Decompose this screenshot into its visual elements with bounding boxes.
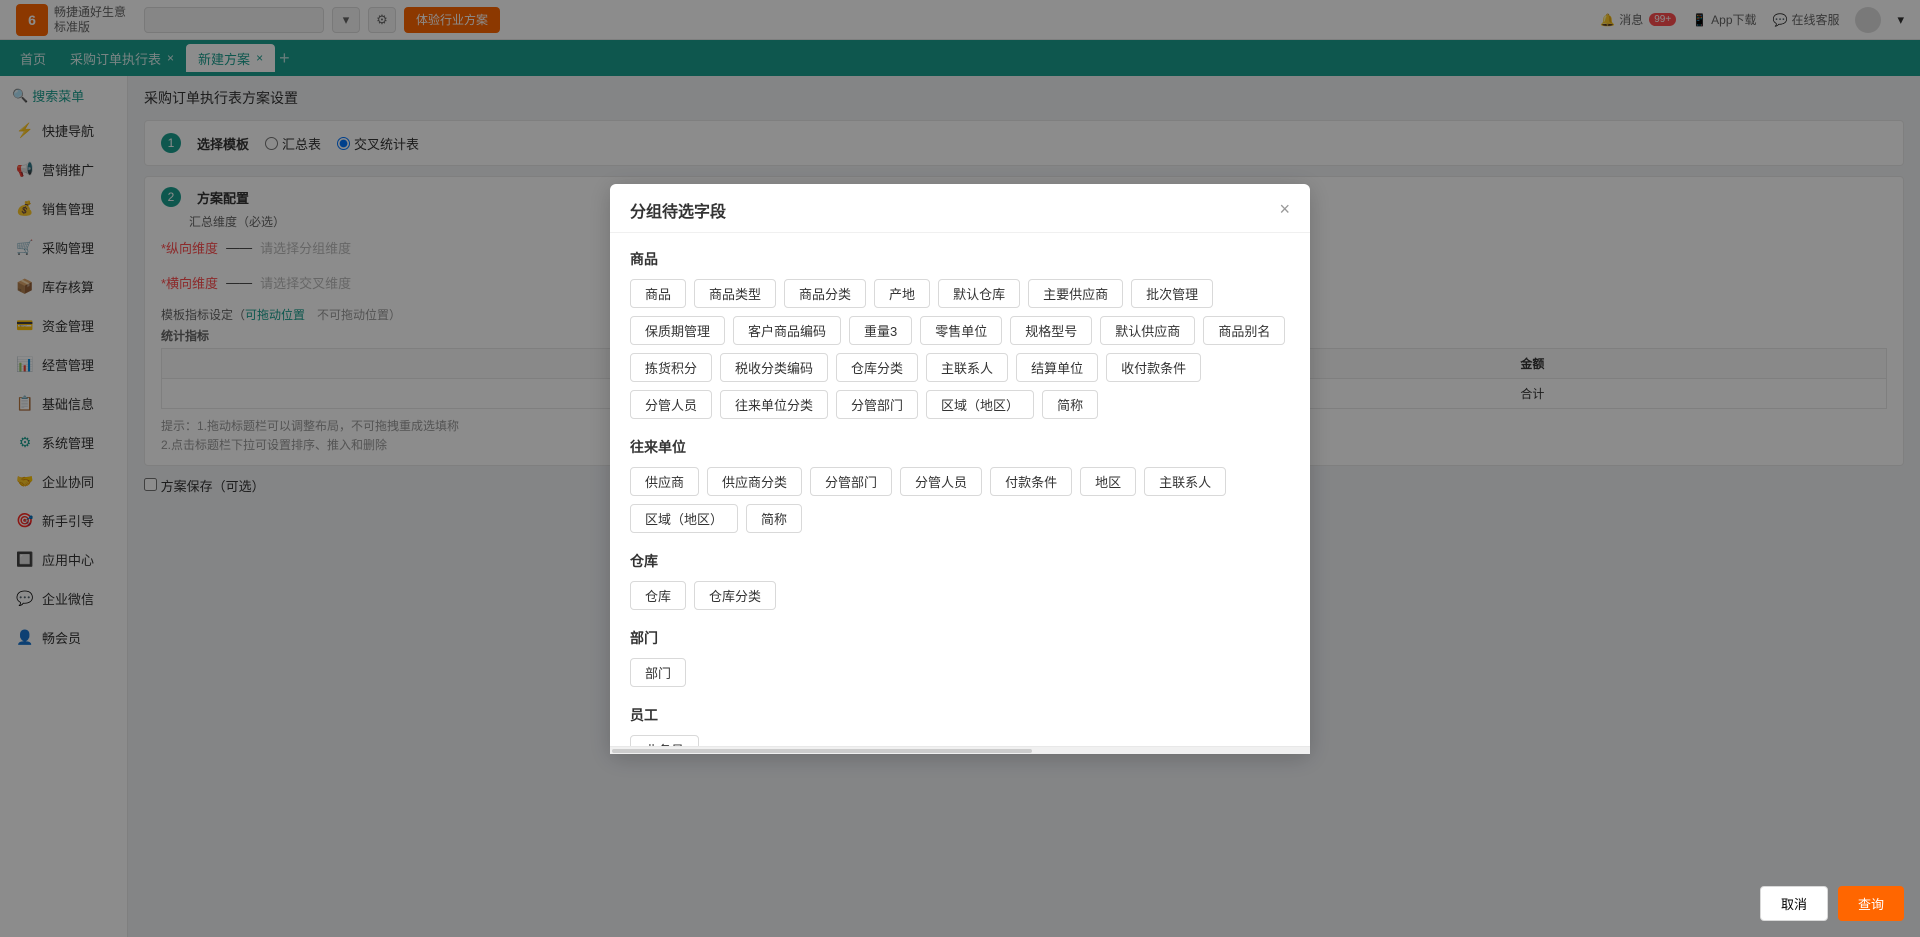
confirm-button[interactable]: 查询	[1838, 886, 1904, 921]
field-chips: 业务员	[630, 735, 1290, 746]
field-chip[interactable]: 商品分类	[784, 279, 866, 308]
field-chip[interactable]: 往来单位分类	[720, 390, 828, 419]
field-section-仓库: 仓库仓库仓库分类	[630, 551, 1290, 610]
field-chip[interactable]: 分管人员	[630, 390, 712, 419]
field-chips: 供应商供应商分类分管部门分管人员付款条件地区主联系人区域（地区） 简称	[630, 467, 1290, 533]
field-chip[interactable]: 零售单位	[920, 316, 1002, 345]
field-chip[interactable]: 拣货积分	[630, 353, 712, 382]
field-chip[interactable]: 收付款条件	[1106, 353, 1201, 382]
field-chip[interactable]: 主联系人	[926, 353, 1008, 382]
field-section-员工: 员工业务员	[630, 705, 1290, 746]
field-select-modal: 分组待选字段 × 商品商品商品类型商品分类产地默认仓库主要供应商批次管理保质期管…	[610, 184, 1310, 754]
field-chip[interactable]: 地区	[1080, 467, 1136, 496]
field-section-往来单位: 往来单位供应商供应商分类分管部门分管人员付款条件地区主联系人区域（地区） 简称	[630, 437, 1290, 533]
field-chip[interactable]: 简称	[1042, 390, 1098, 419]
field-chip[interactable]: 部门	[630, 658, 686, 687]
field-chip[interactable]: 区域（地区）	[926, 390, 1034, 419]
field-chip[interactable]: 分管人员	[900, 467, 982, 496]
field-chips: 部门	[630, 658, 1290, 687]
field-chips: 仓库仓库分类	[630, 581, 1290, 610]
field-chip[interactable]: 保质期管理	[630, 316, 725, 345]
field-chip[interactable]: 客户商品编码	[733, 316, 841, 345]
field-chip[interactable]: 税收分类编码	[720, 353, 828, 382]
modal-body[interactable]: 商品商品商品类型商品分类产地默认仓库主要供应商批次管理保质期管理客户商品编码重量…	[610, 233, 1310, 746]
modal-header: 分组待选字段 ×	[610, 184, 1310, 233]
field-chip[interactable]: 供应商分类	[707, 467, 802, 496]
field-chip[interactable]: 默认供应商	[1100, 316, 1195, 345]
bottom-buttons: 取消 查询	[1760, 886, 1904, 921]
field-chip[interactable]: 规格型号	[1010, 316, 1092, 345]
field-chip[interactable]: 商品	[630, 279, 686, 308]
field-section-部门: 部门部门	[630, 628, 1290, 687]
field-section-title: 部门	[630, 628, 1290, 648]
field-section-title: 往来单位	[630, 437, 1290, 457]
field-chip[interactable]: 分管部门	[836, 390, 918, 419]
modal-title: 分组待选字段	[630, 198, 726, 222]
field-chip[interactable]: 批次管理	[1131, 279, 1213, 308]
field-section-title: 仓库	[630, 551, 1290, 571]
field-chip[interactable]: 仓库	[630, 581, 686, 610]
field-section-商品: 商品商品商品类型商品分类产地默认仓库主要供应商批次管理保质期管理客户商品编码重量…	[630, 249, 1290, 419]
field-chip[interactable]: 结算单位	[1016, 353, 1098, 382]
field-chip[interactable]: 主要供应商	[1028, 279, 1123, 308]
modal-horizontal-scrollbar[interactable]	[610, 746, 1310, 754]
field-chip[interactable]: 仓库分类	[836, 353, 918, 382]
field-chip[interactable]: 分管部门	[810, 467, 892, 496]
field-chip[interactable]: 业务员	[630, 735, 699, 746]
field-chip[interactable]: 主联系人	[1144, 467, 1226, 496]
field-chip[interactable]: 默认仓库	[938, 279, 1020, 308]
field-chip[interactable]: 仓库分类	[694, 581, 776, 610]
field-chips: 商品商品类型商品分类产地默认仓库主要供应商批次管理保质期管理客户商品编码重量3 零…	[630, 279, 1290, 419]
field-chip[interactable]: 付款条件	[990, 467, 1072, 496]
scrollbar-thumb	[612, 749, 1032, 753]
field-chip[interactable]: 商品类型	[694, 279, 776, 308]
field-chip[interactable]: 产地	[874, 279, 930, 308]
field-section-title: 员工	[630, 705, 1290, 725]
field-chip[interactable]: 简称	[746, 504, 802, 533]
field-chip[interactable]: 商品别名	[1203, 316, 1285, 345]
field-chip[interactable]: 重量3	[849, 316, 912, 345]
field-chip[interactable]: 区域（地区）	[630, 504, 738, 533]
field-chip[interactable]: 供应商	[630, 467, 699, 496]
modal-close-btn[interactable]: ×	[1279, 199, 1290, 220]
cancel-button[interactable]: 取消	[1760, 886, 1828, 921]
field-section-title: 商品	[630, 249, 1290, 269]
